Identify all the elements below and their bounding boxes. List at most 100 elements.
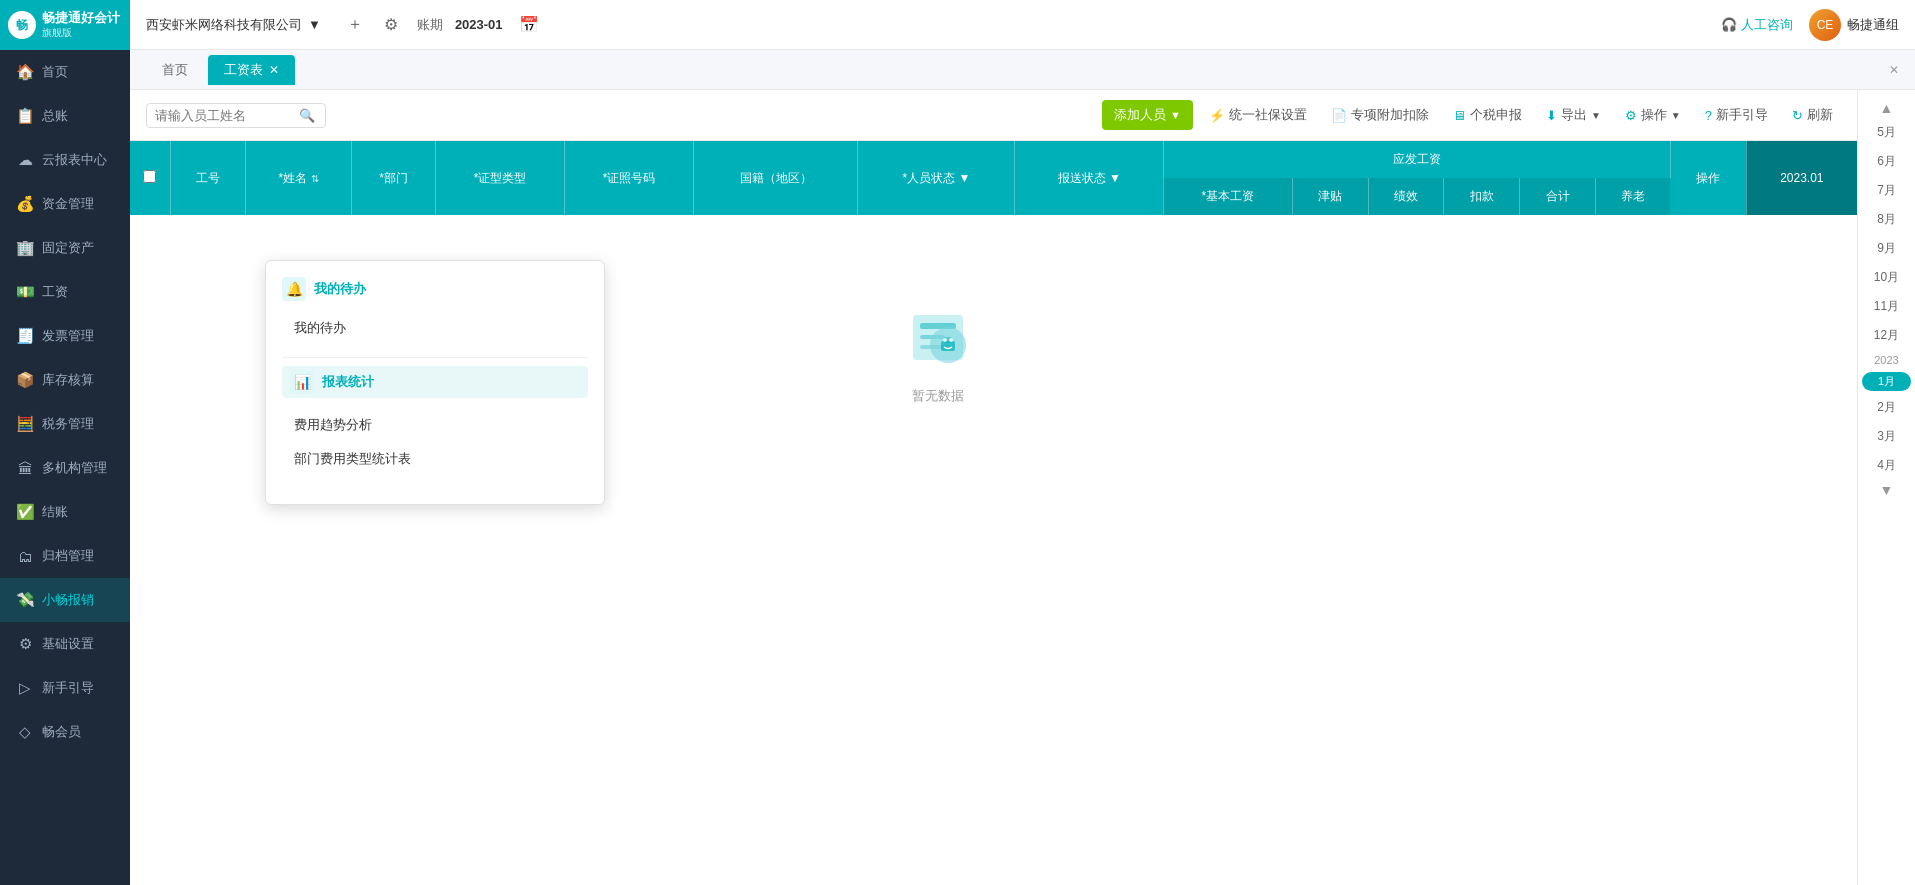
- dropdown-divider: [282, 357, 588, 358]
- period-value: 2023-01: [455, 17, 503, 32]
- refresh-label: 刷新: [1807, 106, 1833, 124]
- sidebar-item-member[interactable]: ◇ 畅会员: [0, 710, 130, 754]
- month-item-jun[interactable]: 6月: [1858, 147, 1915, 176]
- logo-icon-text: 畅: [16, 17, 28, 34]
- sidebar-item-assets[interactable]: 🏢 固定资产: [0, 226, 130, 270]
- month-item-jul[interactable]: 7月: [1858, 176, 1915, 205]
- tab-home[interactable]: 首页: [146, 55, 204, 85]
- current-month-jan[interactable]: 1月: [1862, 372, 1911, 391]
- month-item-oct[interactable]: 10月: [1858, 263, 1915, 292]
- operation-btn[interactable]: ⚙ 操作 ▼: [1617, 102, 1689, 128]
- th-nationality: 国籍（地区）: [693, 141, 858, 215]
- sidebar-nav: 🏠 首页 📋 总账 ☁ 云报表中心 💰 资金管理 🏢 固定资产 💵 工资 🧾 发…: [0, 50, 130, 885]
- sidebar-item-basic[interactable]: ⚙ 基础设置: [0, 622, 130, 666]
- calendar-btn[interactable]: 📅: [515, 11, 543, 39]
- submit-filter-icon[interactable]: ▼: [1109, 171, 1121, 185]
- tax-icon: 🧮: [16, 415, 34, 433]
- todo-item[interactable]: 我的待办: [282, 311, 588, 345]
- salary-icon: 💵: [16, 283, 34, 301]
- empty-icon: [898, 295, 978, 375]
- month-item-mar[interactable]: 3月: [1858, 422, 1915, 451]
- month-item-feb[interactable]: 2月: [1858, 393, 1915, 422]
- guide-action-icon: ?: [1705, 108, 1712, 123]
- sidebar-item-tax[interactable]: 🧮 税务管理: [0, 402, 130, 446]
- status-filter-icon[interactable]: ▼: [959, 171, 971, 185]
- table-container: 工号 *姓名 ⇅ *部门 *证型类型: [130, 141, 1857, 885]
- member-icon: ◇: [16, 723, 34, 741]
- tab-salary-table[interactable]: 工资表 ✕: [208, 55, 295, 85]
- add-company-btn[interactable]: ＋: [341, 11, 369, 39]
- dropdown-section-todo: 🔔 我的待办 我的待办: [282, 277, 588, 345]
- guide-btn[interactable]: ? 新手引导: [1697, 102, 1776, 128]
- settings-btn[interactable]: ⚙: [377, 11, 405, 39]
- name-sort-icon[interactable]: ⇅: [311, 173, 319, 184]
- month-item-aug[interactable]: 8月: [1858, 205, 1915, 234]
- select-all-checkbox[interactable]: [143, 170, 156, 183]
- sidebar-item-home[interactable]: 🏠 首页: [0, 50, 130, 94]
- sidebar-item-guide[interactable]: ▷ 新手引导: [0, 666, 130, 710]
- month-item-apr[interactable]: 4月: [1858, 451, 1915, 480]
- toolbar: 🔍 添加人员 ▼ ⚡ 统一社保设置 📄 专项附加扣除: [130, 90, 1857, 141]
- close-all-btn[interactable]: ✕: [1889, 63, 1899, 77]
- month-item-nov[interactable]: 11月: [1858, 292, 1915, 321]
- sidebar-item-invoice[interactable]: 🧾 发票管理: [0, 314, 130, 358]
- salary-label: 工资: [42, 283, 68, 301]
- member-label: 畅会员: [42, 723, 81, 741]
- special-deduction-btn[interactable]: 📄 专项附加扣除: [1323, 102, 1437, 128]
- month-nav: ▲ 5月 6月 7月 8月 9月 10月 11月 12月 2023 1月 2月 …: [1857, 90, 1915, 885]
- th-total: 合计: [1520, 178, 1596, 215]
- special-deduction-label: 专项附加扣除: [1351, 106, 1429, 124]
- search-box[interactable]: 🔍: [146, 103, 326, 128]
- sidebar-item-inventory[interactable]: 📦 库存核算: [0, 358, 130, 402]
- customer-service-btn[interactable]: 🎧 人工咨询: [1721, 16, 1793, 34]
- tab-close-btn[interactable]: ✕: [269, 63, 279, 77]
- user-info[interactable]: CE 畅捷通组: [1809, 9, 1899, 41]
- company-selector[interactable]: 西安虾米网络科技有限公司 ▼: [146, 16, 321, 34]
- add-person-btn[interactable]: 添加人员 ▼: [1102, 100, 1193, 130]
- tax-declaration-icon: 🖥: [1453, 108, 1466, 123]
- logo-title: 畅捷通好会计: [42, 10, 120, 26]
- export-btn[interactable]: ⬇ 导出 ▼: [1538, 102, 1609, 128]
- th-period-value: 2023.01: [1780, 171, 1823, 185]
- sidebar-item-cloud[interactable]: ☁ 云报表中心: [0, 138, 130, 182]
- sidebar-item-expense[interactable]: 💸 小畅报销: [0, 578, 130, 622]
- sidebar-item-archive[interactable]: 🗂 归档管理: [0, 534, 130, 578]
- tax-declaration-btn[interactable]: 🖥 个税申报: [1445, 102, 1530, 128]
- social-security-btn[interactable]: ⚡ 统一社保设置: [1201, 102, 1315, 128]
- sidebar-logo: 畅 畅捷通好会计 旗舰版: [0, 0, 130, 50]
- sidebar-item-multi[interactable]: 🏛 多机构管理: [0, 446, 130, 490]
- th-allowance: 津贴: [1292, 178, 1368, 215]
- sidebar-item-settle[interactable]: ✅ 结账: [0, 490, 130, 534]
- social-security-label: 统一社保设置: [1229, 106, 1307, 124]
- th-performance: 绩效: [1368, 178, 1444, 215]
- month-item-may[interactable]: 5月: [1858, 118, 1915, 147]
- todo-title-label: 我的待办: [314, 280, 366, 298]
- multi-icon: 🏛: [16, 460, 34, 477]
- month-nav-up[interactable]: ▲: [1872, 98, 1902, 118]
- dropdown-section-report: 📊 报表统计 费用趋势分析 部门费用类型统计表: [282, 366, 588, 476]
- topbar-right: 🎧 人工咨询 CE 畅捷通组: [1721, 9, 1899, 41]
- settle-icon: ✅: [16, 503, 34, 521]
- refresh-icon: ↻: [1792, 108, 1803, 123]
- sidebar-item-salary[interactable]: 💵 工资: [0, 270, 130, 314]
- tab-home-label: 首页: [162, 61, 188, 79]
- sidebar-item-fund[interactable]: 💰 资金管理: [0, 182, 130, 226]
- checkbox-header[interactable]: [130, 141, 170, 215]
- guide-action-label: 新手引导: [1716, 106, 1768, 124]
- invoice-icon: 🧾: [16, 327, 34, 345]
- expense-trend-item[interactable]: 费用趋势分析: [282, 408, 588, 442]
- search-input[interactable]: [155, 108, 295, 123]
- month-nav-down[interactable]: ▼: [1872, 480, 1902, 500]
- guide-label: 新手引导: [42, 679, 94, 697]
- add-person-label: 添加人员: [1114, 106, 1166, 124]
- month-item-sep[interactable]: 9月: [1858, 234, 1915, 263]
- dept-expense-item[interactable]: 部门费用类型统计表: [282, 442, 588, 476]
- refresh-btn[interactable]: ↻ 刷新: [1784, 102, 1841, 128]
- assets-label: 固定资产: [42, 239, 94, 257]
- basic-label: 基础设置: [42, 635, 94, 653]
- user-avatar: CE: [1809, 9, 1841, 41]
- archive-icon: 🗂: [16, 548, 34, 565]
- sidebar-item-ledger[interactable]: 📋 总账: [0, 94, 130, 138]
- month-item-dec[interactable]: 12月: [1858, 321, 1915, 350]
- inventory-icon: 📦: [16, 371, 34, 389]
